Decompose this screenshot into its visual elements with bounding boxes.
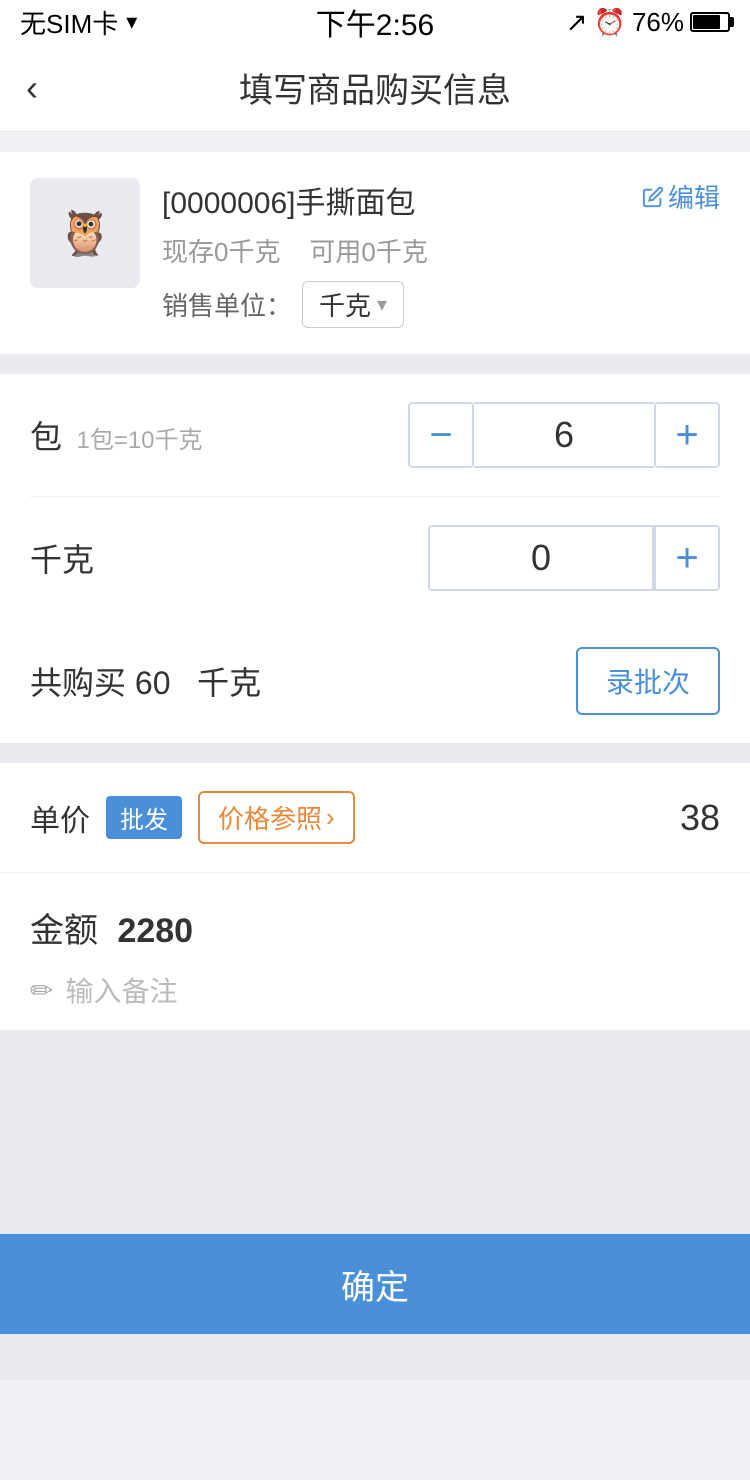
- price-value: 38: [680, 797, 720, 839]
- remark-placeholder: 输入备注: [65, 970, 177, 1010]
- product-thumbnail: 🦉: [30, 178, 140, 288]
- price-ref-label: 价格参照: [218, 799, 322, 836]
- alarm-icon: ⏰: [594, 7, 626, 38]
- available-text: 可用0千克: [309, 237, 427, 267]
- qty-control-kg: +: [428, 525, 720, 591]
- qty-label-text-kg: 千克: [30, 542, 94, 578]
- wifi-icon: ▾: [126, 9, 137, 35]
- unit-label: 销售单位：: [162, 286, 292, 323]
- product-unit-row: 销售单位： 千克 ▾: [162, 281, 720, 328]
- section-divider-1: [0, 354, 750, 374]
- qty-control-bao: − +: [408, 402, 720, 468]
- edit-label: 编辑: [668, 178, 720, 215]
- amount-row: 金额 2280: [30, 903, 720, 952]
- product-full-name: [0000006]手撕面包: [162, 178, 415, 222]
- status-time: 下午2:56: [316, 0, 434, 44]
- status-left: 无SIM卡 ▾: [20, 4, 137, 41]
- quantity-row-kg: 千克 +: [30, 497, 720, 619]
- qty-input-kg[interactable]: [428, 525, 654, 591]
- qty-label-text-bao: 包: [30, 419, 62, 455]
- price-ref-button[interactable]: 价格参照 ›: [198, 791, 355, 844]
- qty-label-kg: 千克: [30, 535, 94, 581]
- batch-label: 录批次: [606, 667, 690, 698]
- qty-label-bao: 包 1包=10千克: [30, 412, 203, 458]
- amount-value: 2280: [117, 912, 193, 950]
- dropdown-arrow-icon: ▾: [377, 292, 387, 317]
- summary-text: 共购买 60 千克: [30, 658, 261, 704]
- confirm-label: 确定: [341, 1260, 409, 1309]
- summary-section: 共购买 60 千克 录批次: [0, 619, 750, 743]
- edit-icon: [642, 186, 664, 208]
- quantity-row-bao: 包 1包=10千克 − +: [30, 374, 720, 497]
- location-icon: ↗: [566, 7, 588, 38]
- price-tag: 批发: [106, 796, 182, 839]
- battery-text: 76%: [632, 7, 684, 38]
- batch-button[interactable]: 录批次: [576, 647, 720, 715]
- product-stock: 现存0千克 可用0千克: [162, 232, 720, 269]
- summary-quantity: 60: [135, 665, 171, 701]
- remark-row[interactable]: ✏ 输入备注: [30, 970, 720, 1010]
- product-card: 🦉 [0000006]手撕面包 编辑 现存0千克 可用0千克: [0, 152, 750, 354]
- product-name-row: [0000006]手撕面包 编辑: [162, 178, 720, 222]
- confirm-bar[interactable]: 确定: [0, 1234, 750, 1334]
- stock-text: 现存0千克: [162, 237, 280, 267]
- qty-minus-button-bao[interactable]: −: [408, 402, 474, 468]
- amount-section: 金额 2280 ✏ 输入备注: [0, 872, 750, 1030]
- unit-dropdown[interactable]: 千克 ▾: [302, 281, 404, 328]
- nav-bar: ‹ 填写商品购买信息: [0, 44, 750, 132]
- qty-plus-button-bao[interactable]: +: [654, 402, 720, 468]
- product-logo-icon: 🦉: [58, 207, 113, 259]
- edit-button[interactable]: 编辑: [642, 178, 720, 215]
- price-section: 单价 批发 价格参照 › 38: [0, 743, 750, 872]
- qty-input-bao[interactable]: [474, 402, 654, 468]
- qty-plus-button-kg[interactable]: +: [654, 525, 720, 591]
- qty-sub-label-bao: 1包=10千克: [76, 427, 202, 454]
- remark-pencil-icon: ✏: [30, 974, 53, 1007]
- product-info: [0000006]手撕面包 编辑 现存0千克 可用0千克 销售单位： 千克: [162, 178, 720, 328]
- quantity-section: 包 1包=10千克 − + 千克 +: [0, 374, 750, 619]
- battery-icon: [690, 12, 730, 32]
- price-ref-arrow-icon: ›: [326, 802, 335, 833]
- price-label: 单价: [30, 796, 90, 840]
- status-right: ↗ ⏰ 76%: [566, 7, 730, 38]
- amount-label: 金额: [30, 912, 98, 950]
- carrier-text: 无SIM卡: [20, 4, 118, 41]
- status-bar: 无SIM卡 ▾ 下午2:56 ↗ ⏰ 76%: [0, 0, 750, 44]
- summary-unit: 千克: [197, 665, 261, 701]
- page-title: 填写商品购买信息: [239, 63, 511, 112]
- unit-value: 千克: [319, 286, 371, 323]
- summary-prefix: 共购买: [30, 665, 126, 701]
- back-button[interactable]: ‹: [26, 67, 38, 109]
